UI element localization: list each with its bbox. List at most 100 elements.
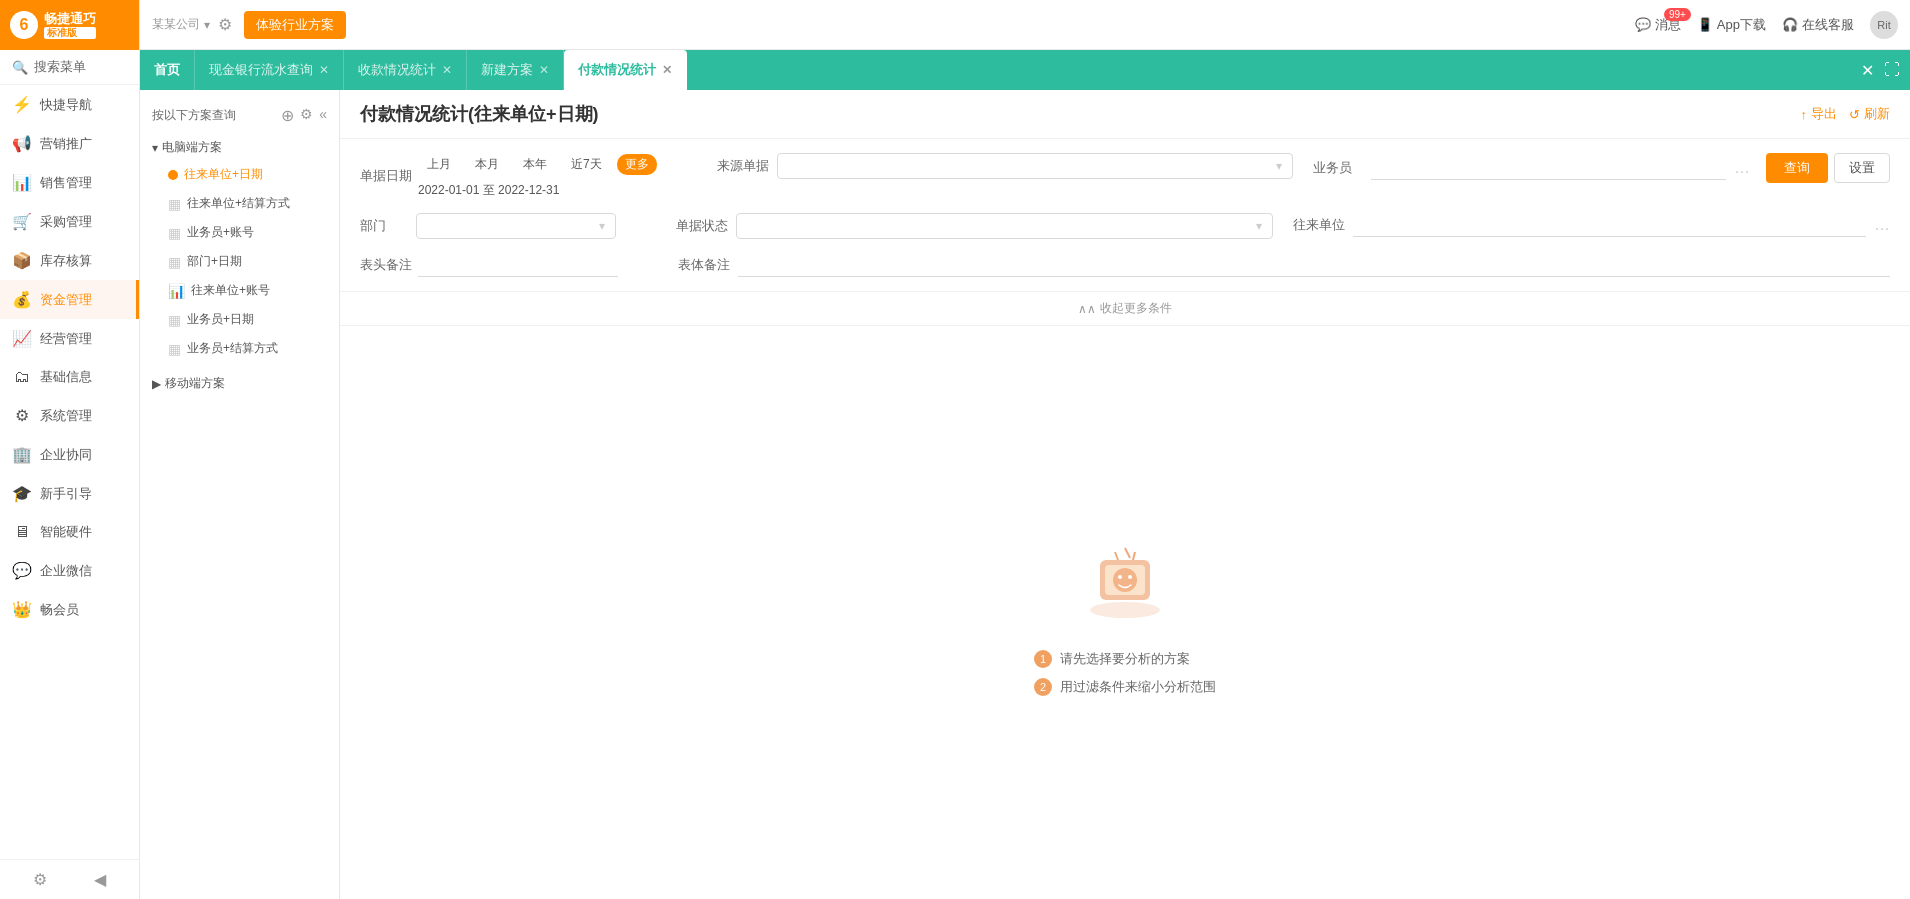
sidebar-item-operations[interactable]: 📈 经营管理 (0, 319, 139, 358)
scheme-item-partner-settle[interactable]: ▦ 往来单位+结算方式 (140, 189, 339, 218)
partner-dots-btn[interactable]: … (1874, 216, 1890, 234)
page-content: 按以下方案查询 ⊕ ⚙ « ▾ 电脑端方案 往来单位+日期 ▦ (140, 90, 1910, 899)
scheme-group-desktop: ▾ 电脑端方案 往来单位+日期 ▦ 往来单位+结算方式 ▦ 业务员+账号 ▦ (140, 131, 339, 367)
sidebar-item-wechat[interactable]: 💬 企业微信 (0, 551, 139, 590)
add-scheme-btn[interactable]: ⊕ (281, 106, 294, 125)
message-btn[interactable]: 💬 消息 99+ (1635, 16, 1681, 34)
tab-receipt-stats[interactable]: 收款情况统计 ✕ (344, 50, 467, 90)
sales-icon: 📊 (12, 173, 32, 192)
export-btn[interactable]: ↑ 导出 (1801, 105, 1838, 123)
date-btn-more[interactable]: 更多 (617, 154, 657, 175)
right-content: 付款情况统计(往来单位+日期) ↑ 导出 ↺ 刷新 单 (340, 90, 1910, 899)
tab-receipt-stats-close[interactable]: ✕ (442, 63, 452, 77)
filter-dept: 部门 ▾ (360, 213, 616, 239)
sidebar-item-inventory[interactable]: 📦 库存核算 (0, 241, 139, 280)
tab-payment-stats-close[interactable]: ✕ (662, 63, 672, 77)
filter-row-2: 部门 ▾ 单据状态 ▾ 往来单位 (360, 213, 1890, 239)
filter-status: 单据状态 ▾ (676, 213, 1273, 239)
collapse-panel-btn[interactable]: « (319, 106, 327, 125)
logo-icon: 6 (10, 11, 38, 39)
scheme-group-mobile-title[interactable]: ▶ 移动端方案 (140, 371, 339, 396)
date-btn-7days[interactable]: 近7天 (562, 153, 611, 176)
member-icon: 👑 (12, 600, 32, 619)
sidebar-item-marketing[interactable]: 📢 营销推广 (0, 124, 139, 163)
app-download-btn[interactable]: 📱 App下载 (1697, 16, 1766, 34)
dept-select[interactable]: ▾ (416, 213, 616, 239)
table-icon: ▦ (168, 225, 181, 241)
scheme-item-staff-account[interactable]: ▦ 业务员+账号 (140, 218, 339, 247)
online-service-btn[interactable]: 🎧 在线客服 (1782, 16, 1854, 34)
tab-expand-btn[interactable]: ⛶ (1884, 61, 1900, 79)
staff-dots-btn[interactable]: … (1734, 159, 1750, 177)
date-label: 单据日期 (360, 167, 412, 185)
left-panel-actions: ⊕ ⚙ « (281, 106, 327, 125)
date-options: 上月 本月 本年 近7天 更多 (418, 153, 657, 176)
system-icon: ⚙ (12, 406, 32, 425)
dept-select-arrow: ▾ (599, 219, 605, 233)
chevron-down-icon: ▾ (204, 18, 210, 32)
refresh-btn[interactable]: ↺ 刷新 (1849, 105, 1890, 123)
sidebar-item-enterprise[interactable]: 🏢 企业协同 (0, 435, 139, 474)
scheme-item-staff-settle[interactable]: ▦ 业务员+结算方式 (140, 334, 339, 363)
topbar-settings-btn[interactable]: ⚙ (218, 15, 232, 34)
partner-input[interactable] (1353, 213, 1866, 237)
collapse-conditions-btn[interactable]: ∧∧ 收起更多条件 (1078, 300, 1172, 317)
tab-home[interactable]: 首页 (140, 50, 195, 90)
marketing-icon: 📢 (12, 134, 32, 153)
table-icon: ▦ (168, 196, 181, 212)
hardware-icon: 🖥 (12, 523, 32, 541)
tab-new-scheme-close[interactable]: ✕ (539, 63, 549, 77)
left-panel-title: 按以下方案查询 (152, 107, 236, 124)
sidebar-item-purchase[interactable]: 🛒 采购管理 (0, 202, 139, 241)
topbar: 某某公司 ▾ ⚙ 体验行业方案 💬 消息 99+ 📱 App下载 🎧 在线客服 … (140, 0, 1910, 50)
sidebar-item-quick-nav[interactable]: ⚡ 快捷导航 (0, 85, 139, 124)
scheme-item-partner-date[interactable]: 往来单位+日期 (140, 160, 339, 189)
scheme-item-dept-date[interactable]: ▦ 部门+日期 (140, 247, 339, 276)
scheme-item-partner-account[interactable]: 📊 往来单位+账号 (140, 276, 339, 305)
scheme-group-desktop-title[interactable]: ▾ 电脑端方案 (140, 135, 339, 160)
remark-body-label: 表体备注 (678, 256, 730, 274)
table-icon: ▦ (168, 312, 181, 328)
source-select[interactable]: ▾ (777, 153, 1294, 179)
company-name: 某某公司 ▾ (152, 16, 210, 33)
wechat-icon: 💬 (12, 561, 32, 580)
svg-line-7 (1133, 552, 1135, 560)
sidebar-item-finance[interactable]: 💰 资金管理 (0, 280, 139, 319)
sidebar-item-sales[interactable]: 📊 销售管理 (0, 163, 139, 202)
sidebar-item-guide[interactable]: 🎓 新手引导 (0, 474, 139, 513)
tab-cash-flow[interactable]: 现金银行流水查询 ✕ (195, 50, 344, 90)
remark-head-input[interactable] (418, 253, 618, 277)
staff-input[interactable] (1371, 156, 1726, 180)
scheme-item-staff-date[interactable]: ▦ 业务员+日期 (140, 305, 339, 334)
settings-button[interactable]: 设置 (1834, 153, 1890, 183)
trial-button[interactable]: 体验行业方案 (244, 11, 346, 39)
left-panel: 按以下方案查询 ⊕ ⚙ « ▾ 电脑端方案 往来单位+日期 ▦ (140, 90, 340, 899)
status-select-arrow: ▾ (1256, 219, 1262, 233)
search-menu[interactable]: 🔍 搜索菜单 (0, 50, 139, 85)
empty-illustration (1075, 530, 1175, 630)
sidebar-item-system[interactable]: ⚙ 系统管理 (0, 396, 139, 435)
avatar[interactable]: Rit (1870, 11, 1898, 39)
tab-payment-stats[interactable]: 付款情况统计 ✕ (564, 50, 687, 90)
date-btn-this-month[interactable]: 本月 (466, 153, 508, 176)
operations-icon: 📈 (12, 329, 32, 348)
sidebar-settings-btn[interactable]: ⚙ (33, 870, 47, 889)
svg-point-5 (1128, 575, 1132, 579)
date-btn-last-month[interactable]: 上月 (418, 153, 460, 176)
filter-area: 单据日期 上月 本月 本年 近7天 更多 2022-01-01 至 2022-1… (340, 139, 1910, 292)
svg-point-0 (1090, 602, 1160, 618)
svg-line-8 (1115, 552, 1118, 560)
query-button[interactable]: 查询 (1766, 153, 1828, 183)
sidebar-item-member[interactable]: 👑 畅会员 (0, 590, 139, 629)
sidebar-item-basic[interactable]: 🗂 基础信息 (0, 358, 139, 396)
scheme-settings-btn[interactable]: ⚙ (300, 106, 313, 125)
table-icon: ▦ (168, 254, 181, 270)
sidebar-item-hardware[interactable]: 🖥 智能硬件 (0, 513, 139, 551)
remark-body-input[interactable] (738, 253, 1890, 277)
sidebar-collapse-btn[interactable]: ◀ (94, 870, 106, 889)
status-select[interactable]: ▾ (736, 213, 1273, 239)
tab-new-scheme[interactable]: 新建方案 ✕ (467, 50, 564, 90)
tab-close-all-btn[interactable]: ✕ (1861, 61, 1874, 80)
date-btn-this-year[interactable]: 本年 (514, 153, 556, 176)
tab-cash-flow-close[interactable]: ✕ (319, 63, 329, 77)
